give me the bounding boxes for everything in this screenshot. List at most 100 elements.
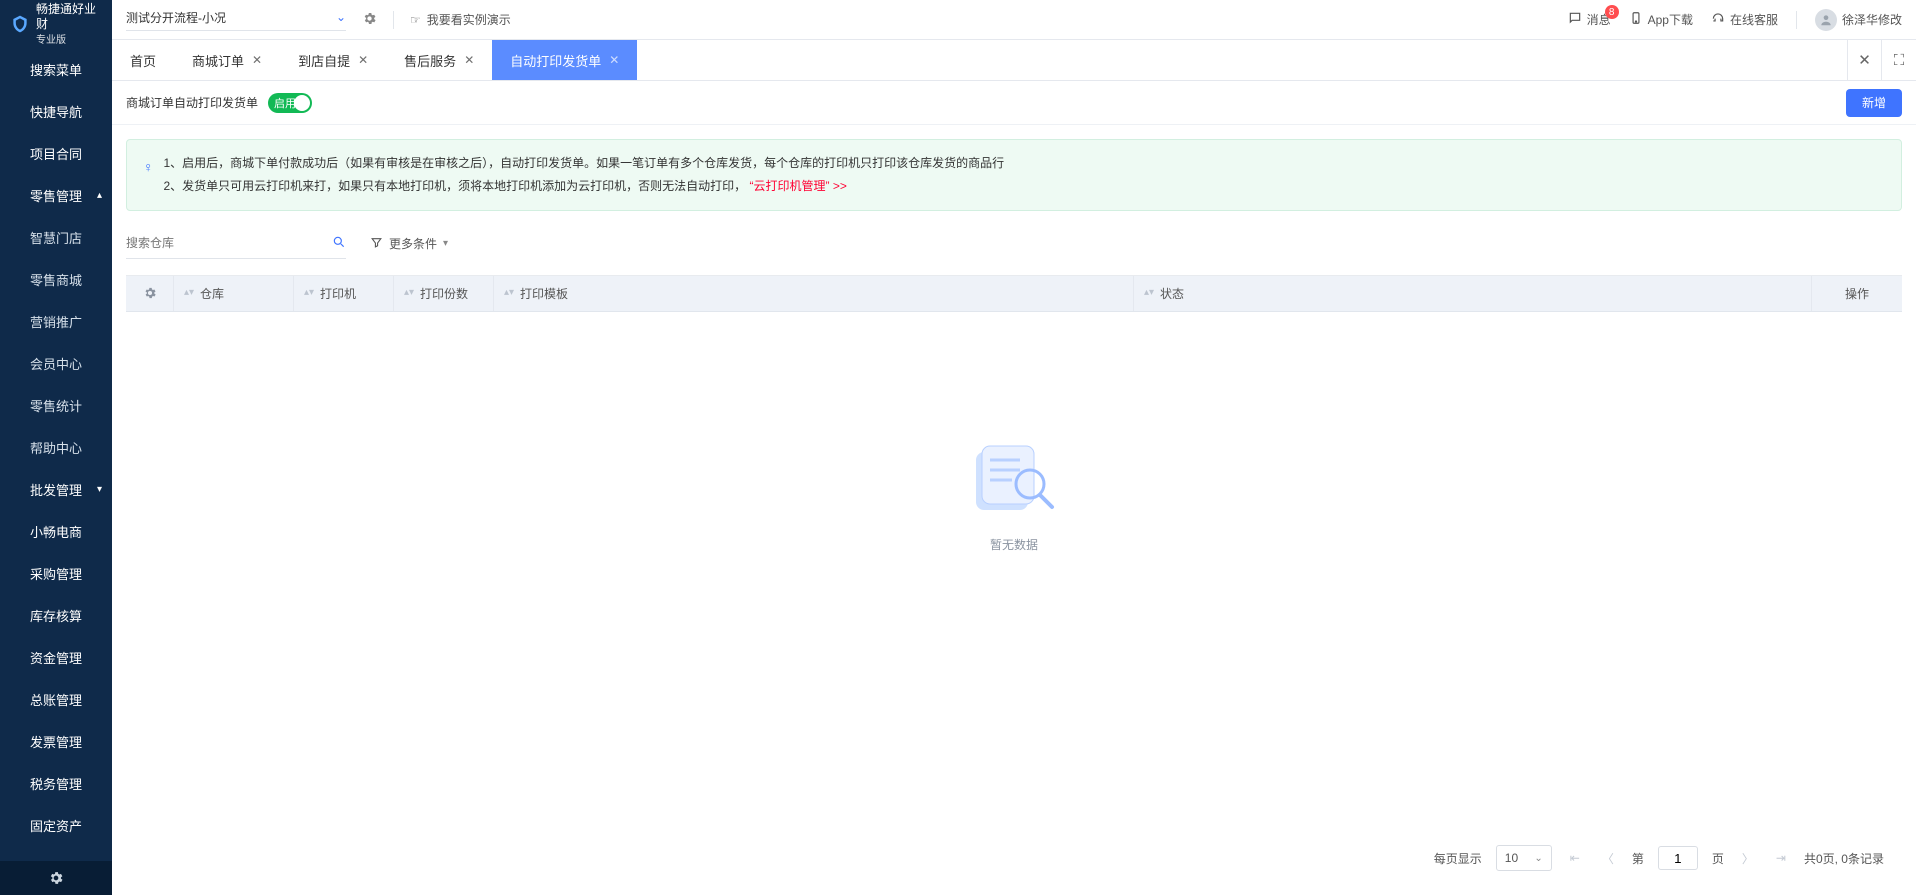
sidebar-item-label: 零售商城: [30, 270, 82, 289]
sort-icon[interactable]: ▴▾: [304, 290, 314, 296]
sidebar-item-17[interactable]: 税务管理: [0, 762, 112, 804]
close-icon[interactable]: ✕: [252, 53, 262, 67]
sidebar-item-14[interactable]: 资金管理: [0, 636, 112, 678]
sidebar-item-label: 智慧门店: [30, 228, 82, 247]
warehouse-search[interactable]: [126, 229, 346, 259]
sidebar-item-7[interactable]: 会员中心: [0, 342, 112, 384]
brand-icon: [10, 14, 30, 34]
sidebar-item-5[interactable]: 零售商城: [0, 258, 112, 300]
sidebar-item-10[interactable]: 批发管理 ▾: [0, 468, 112, 510]
sidebar-item-18[interactable]: 固定资产: [0, 804, 112, 846]
sort-icon[interactable]: ▴▾: [1144, 290, 1154, 296]
messages-button[interactable]: 消息 8: [1568, 11, 1611, 28]
brand-edition: 专业版: [36, 31, 102, 46]
close-icon[interactable]: ✕: [609, 53, 619, 67]
sidebar-item-label: 批发管理: [30, 480, 82, 499]
sidebar-item-13[interactable]: 库存核算: [0, 594, 112, 636]
prev-page-button[interactable]: 〈: [1598, 850, 1618, 867]
more-filters-label: 更多条件: [389, 235, 437, 252]
tab-4[interactable]: 自动打印发货单✕: [492, 40, 637, 80]
col-ops: 操作: [1812, 276, 1902, 311]
sidebar-item-label: 零售管理: [30, 186, 82, 205]
warehouse-search-input[interactable]: [126, 236, 332, 250]
search-icon[interactable]: [332, 235, 346, 252]
sidebar-item-2[interactable]: 项目合同: [0, 132, 112, 174]
col-template[interactable]: ▴▾打印模板: [494, 276, 1134, 311]
sidebar-item-label: 零售统计: [30, 396, 82, 415]
col-status[interactable]: ▴▾状态: [1134, 276, 1812, 311]
brand-logo: 畅捷通好业财 专业版: [0, 0, 112, 48]
messages-badge: 8: [1605, 5, 1619, 19]
toggle-label: 商城订单自动打印发货单: [126, 94, 258, 111]
gear-icon: [48, 870, 64, 886]
sidebar-item-label: 发票管理: [30, 732, 82, 751]
next-page-button[interactable]: 〉: [1738, 850, 1758, 867]
sidebar-item-0[interactable]: 搜索菜单: [0, 48, 112, 90]
cs-label: 在线客服: [1730, 11, 1778, 28]
sidebar-item-6[interactable]: 营销推广: [0, 300, 112, 342]
cloud-printer-link[interactable]: “云打印机管理” >>: [750, 179, 847, 193]
first-page-button[interactable]: ⇤: [1566, 851, 1584, 865]
sidebar: 畅捷通好业财 专业版 搜索菜单快捷导航项目合同零售管理 ▴ 智慧门店零售商城营销推广…: [0, 0, 112, 895]
flow-name: 测试分开流程-小况: [126, 9, 226, 26]
col-copies[interactable]: ▴▾打印份数: [394, 276, 494, 311]
sort-icon[interactable]: ▴▾: [504, 290, 514, 296]
chevron-down-icon: ▾: [97, 484, 102, 495]
info-line-2a: 2、发货单只可用云打印机来打，如果只有本地打印机，须将本地打印机添加为云打印机，…: [164, 179, 747, 193]
info-line-1: 1、启用后，商城下单付款成功后（如果有审核是在审核之后），自动打印发货单。如果一…: [164, 152, 1005, 175]
sidebar-item-label: 快捷导航: [30, 102, 82, 121]
chevron-down-icon: ⌄: [336, 10, 346, 24]
sidebar-item-19[interactable]: 工资: [0, 846, 112, 861]
flow-selector[interactable]: 测试分开流程-小况 ⌄: [126, 9, 346, 31]
tabs-row: 首页商城订单✕到店自提✕售后服务✕自动打印发货单✕ ✕ ⛶: [112, 40, 1916, 81]
col-warehouse[interactable]: ▴▾仓库: [174, 276, 294, 311]
add-button[interactable]: 新增: [1846, 89, 1902, 117]
sidebar-item-15[interactable]: 总账管理: [0, 678, 112, 720]
filter-icon: [370, 236, 383, 252]
sidebar-item-16[interactable]: 发票管理: [0, 720, 112, 762]
enable-switch[interactable]: 启用: [268, 93, 312, 113]
app-download-button[interactable]: App下载: [1629, 11, 1693, 28]
page-summary: 共0页, 0条记录: [1804, 850, 1884, 867]
col-printer[interactable]: ▴▾打印机: [294, 276, 394, 311]
demo-link[interactable]: ☞ 我要看实例演示: [410, 11, 511, 28]
sidebar-item-label: 税务管理: [30, 774, 82, 793]
close-all-tabs-button[interactable]: ✕: [1848, 40, 1882, 80]
headset-icon: [1711, 11, 1725, 28]
tab-2[interactable]: 到店自提✕: [280, 40, 386, 80]
user-menu[interactable]: 徐泽华修改: [1815, 9, 1902, 31]
sidebar-item-4[interactable]: 智慧门店: [0, 216, 112, 258]
sidebar-item-8[interactable]: 零售统计: [0, 384, 112, 426]
sidebar-item-label: 项目合同: [30, 144, 82, 163]
table-settings-col[interactable]: [126, 276, 174, 311]
sidebar-settings[interactable]: [0, 861, 112, 895]
chat-icon: [1568, 11, 1582, 28]
sidebar-item-label: 会员中心: [30, 354, 82, 373]
tab-0[interactable]: 首页: [112, 40, 174, 80]
close-icon[interactable]: ✕: [358, 53, 368, 67]
sidebar-item-1[interactable]: 快捷导航: [0, 90, 112, 132]
sidebar-item-9[interactable]: 帮助中心: [0, 426, 112, 468]
cs-button[interactable]: 在线客服: [1711, 11, 1778, 28]
page-size-select[interactable]: 10 ⌄: [1496, 845, 1552, 871]
close-icon[interactable]: ✕: [464, 53, 474, 67]
sidebar-item-3[interactable]: 零售管理 ▴: [0, 174, 112, 216]
last-page-button[interactable]: ⇥: [1772, 851, 1790, 865]
empty-state-icon: [954, 432, 1074, 522]
chevron-up-icon: ▴: [97, 190, 102, 201]
flow-settings-icon[interactable]: [362, 11, 377, 29]
fullscreen-button[interactable]: ⛶: [1882, 40, 1916, 80]
page-input[interactable]: [1658, 846, 1698, 870]
app-label: App下载: [1648, 11, 1693, 28]
sort-icon[interactable]: ▴▾: [404, 290, 414, 296]
chevron-down-icon: ▾: [443, 238, 448, 249]
hand-icon: ☞: [410, 13, 421, 27]
bulb-icon: ♀: [143, 154, 154, 198]
sidebar-item-label: 资金管理: [30, 648, 82, 667]
sort-icon[interactable]: ▴▾: [184, 290, 194, 296]
sidebar-item-12[interactable]: 采购管理: [0, 552, 112, 594]
tab-1[interactable]: 商城订单✕: [174, 40, 280, 80]
tab-3[interactable]: 售后服务✕: [386, 40, 492, 80]
sidebar-item-11[interactable]: 小畅电商: [0, 510, 112, 552]
more-filters-button[interactable]: 更多条件 ▾: [370, 235, 448, 252]
